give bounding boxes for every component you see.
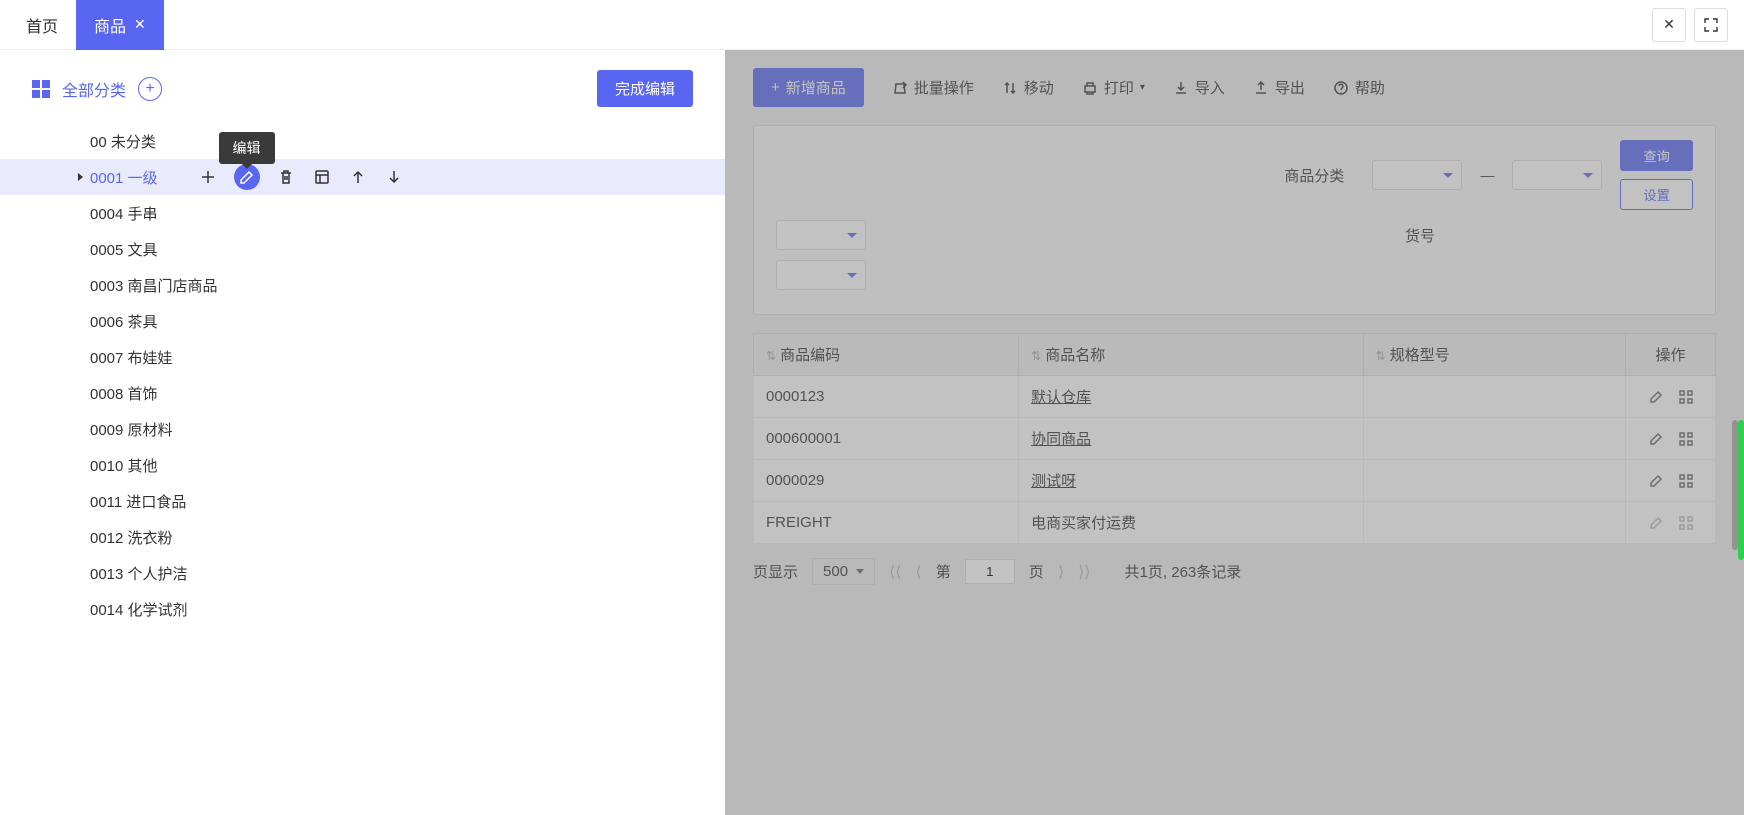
category-tree[interactable]: 00 未分类 0001 一级 编辑 0004 手串 0005 文具 0003 南 xyxy=(0,123,725,815)
close-all-icon[interactable]: ✕ xyxy=(1652,8,1686,42)
add-category-icon[interactable]: + xyxy=(138,77,162,101)
tree-item-selected[interactable]: 0001 一级 编辑 xyxy=(0,159,725,195)
tree-item[interactable]: 0011 进口食品 xyxy=(0,483,725,519)
fullscreen-icon[interactable] xyxy=(1694,8,1728,42)
tree-item[interactable]: 0004 手串 xyxy=(0,195,725,231)
grid-icon xyxy=(32,80,50,98)
edit-icon[interactable]: 编辑 xyxy=(234,164,260,190)
tree-item[interactable]: 00 未分类 xyxy=(0,123,725,159)
edit-tooltip: 编辑 xyxy=(219,132,275,164)
move-down-icon[interactable] xyxy=(384,167,404,187)
tree-item[interactable]: 0006 茶具 xyxy=(0,303,725,339)
move-up-icon[interactable] xyxy=(348,167,368,187)
tabs-bar: 首页 商品 ✕ ✕ xyxy=(0,0,1744,50)
tree-item[interactable]: 0010 其他 xyxy=(0,447,725,483)
tree-item[interactable]: 0012 洗衣粉 xyxy=(0,519,725,555)
finish-edit-button[interactable]: 完成编辑 xyxy=(597,70,693,107)
tab-home[interactable]: 首页 xyxy=(8,0,76,50)
tree-item[interactable]: 0005 文具 xyxy=(0,231,725,267)
all-categories-label[interactable]: 全部分类 xyxy=(62,77,126,101)
tree-item[interactable]: 0009 原材料 xyxy=(0,411,725,447)
close-icon[interactable]: ✕ xyxy=(134,16,146,33)
tree-item[interactable]: 0008 首饰 xyxy=(0,375,725,411)
tree-item[interactable]: 0013 个人护洁 xyxy=(0,555,725,591)
tree-item[interactable]: 0007 布娃娃 xyxy=(0,339,725,375)
delete-icon[interactable] xyxy=(276,167,296,187)
category-panel: 全部分类 + 完成编辑 00 未分类 0001 一级 编辑 xyxy=(0,50,725,815)
product-panel: +新增商品 批量操作 移动 打印▾ 导入 导出 帮助 商品分类 — 查询 设置 xyxy=(725,50,1744,815)
tag-icon[interactable] xyxy=(312,167,332,187)
tree-item[interactable]: 0014 化学试剂 xyxy=(0,591,725,627)
modal-overlay[interactable] xyxy=(725,50,1744,815)
tab-products[interactable]: 商品 ✕ xyxy=(76,0,164,50)
add-child-icon[interactable] xyxy=(198,167,218,187)
page-scrollbar[interactable] xyxy=(1738,420,1744,560)
tree-item[interactable]: 0003 南昌门店商品 xyxy=(0,267,725,303)
